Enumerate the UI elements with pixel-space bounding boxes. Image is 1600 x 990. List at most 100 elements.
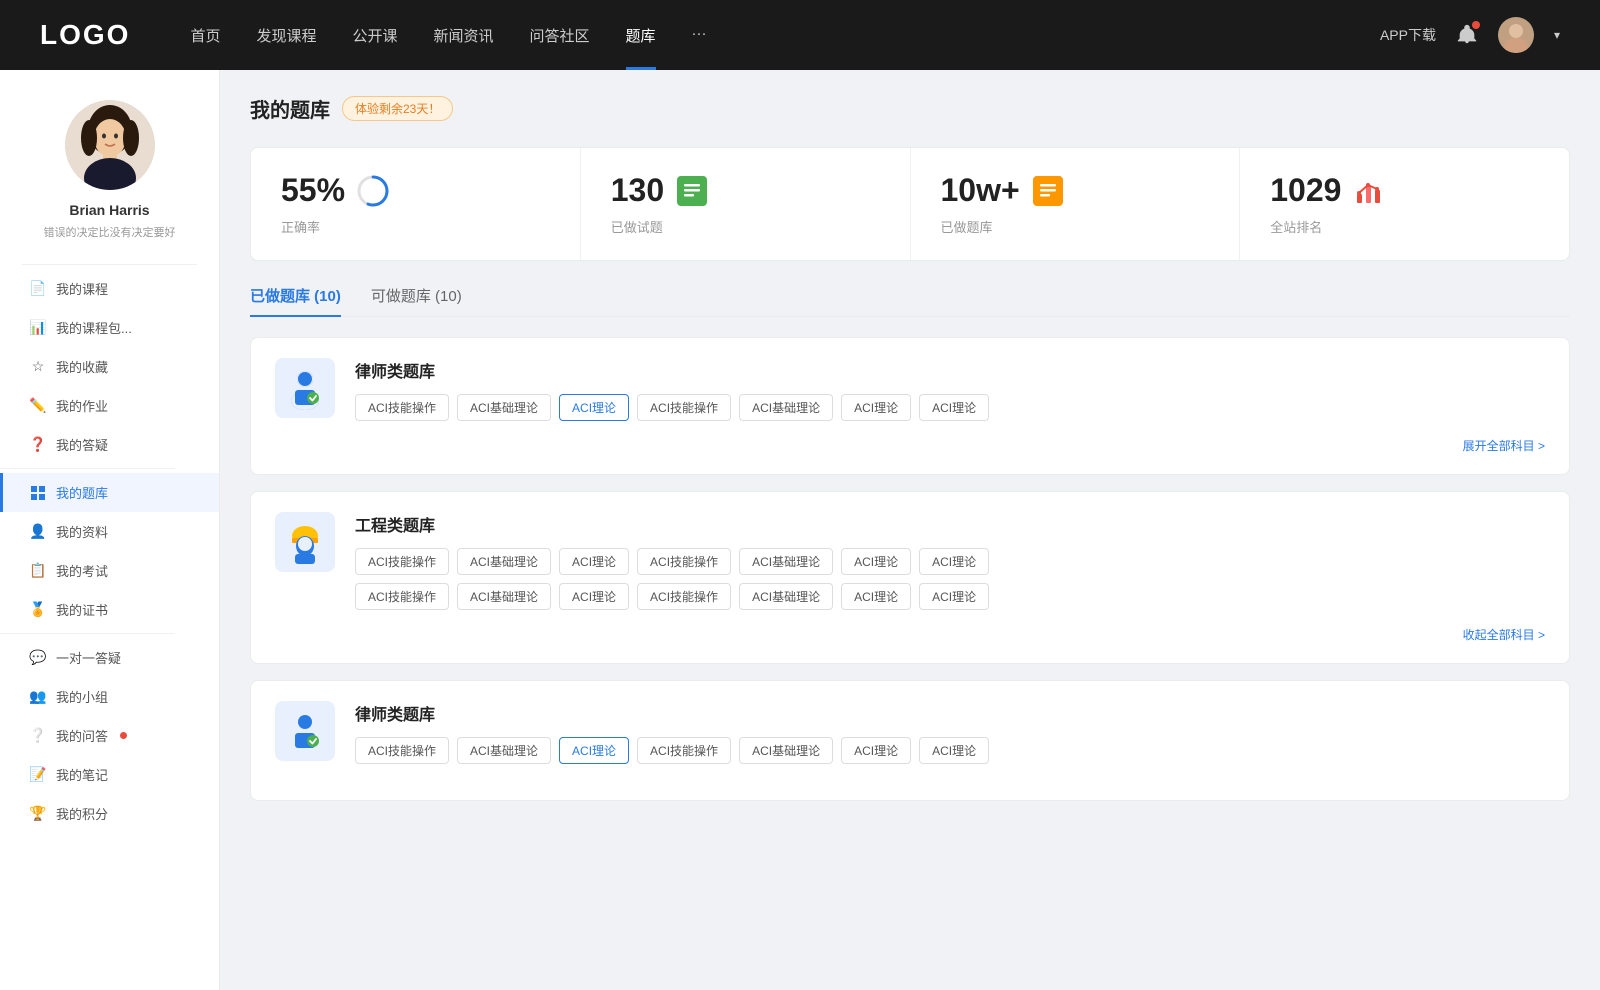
tag-2-r2-6[interactable]: ACI理论: [919, 583, 989, 610]
stat-value-qbank: 10w+: [941, 172, 1020, 209]
tag-2-r1-1[interactable]: ACI基础理论: [457, 548, 551, 575]
user-avatar-nav[interactable]: [1498, 17, 1534, 53]
tag-2-r2-1[interactable]: ACI基础理论: [457, 583, 551, 610]
tag-1-1[interactable]: ACI基础理论: [457, 394, 551, 421]
pie-chart-icon: [357, 175, 389, 207]
main-content: 我的题库 体验剩余23天！ 55% 正确率: [220, 70, 1600, 990]
tag-3-3[interactable]: ACI技能操作: [637, 737, 731, 764]
stat-top-accuracy: 55%: [281, 172, 550, 209]
tag-1-0[interactable]: ACI技能操作: [355, 394, 449, 421]
stat-top-qbank: 10w+: [941, 172, 1210, 209]
nav-discover[interactable]: 发现课程: [256, 25, 316, 46]
tag-3-5[interactable]: ACI理论: [841, 737, 911, 764]
stat-done-questions: 130 已做试题: [581, 148, 911, 260]
tag-2-r2-3[interactable]: ACI技能操作: [637, 583, 731, 610]
sidebar-item-favorites[interactable]: ☆ 我的收藏: [0, 347, 219, 386]
group-icon: 👥: [30, 689, 46, 705]
tag-1-5[interactable]: ACI理论: [841, 394, 911, 421]
sidebar-item-my-qa[interactable]: ❔ 我的问答: [0, 716, 219, 755]
sidebar-item-label: 我的考试: [56, 561, 108, 580]
sidebar-item-course-package[interactable]: 📊 我的课程包...: [0, 308, 219, 347]
qbank-tags-row2: ACI技能操作 ACI基础理论 ACI理论 ACI技能操作 ACI基础理论 AC…: [355, 583, 1545, 610]
sidebar-item-1on1[interactable]: 💬 一对一答疑: [0, 638, 219, 677]
stat-accuracy: 55% 正确率: [251, 148, 581, 260]
tag-2-r1-2[interactable]: ACI理论: [559, 548, 629, 575]
app-download-btn[interactable]: APP下载: [1380, 25, 1436, 45]
tag-1-2[interactable]: ACI理论: [559, 394, 629, 421]
tag-3-6[interactable]: ACI理论: [919, 737, 989, 764]
tag-3-1[interactable]: ACI基础理论: [457, 737, 551, 764]
tag-2-r2-2[interactable]: ACI理论: [559, 583, 629, 610]
stat-rank: 1029 全站排名: [1240, 148, 1569, 260]
nav-more[interactable]: ···: [692, 25, 707, 46]
sidebar-item-label: 我的证书: [56, 600, 108, 619]
avatar: [65, 100, 155, 190]
tag-2-r1-6[interactable]: ACI理论: [919, 548, 989, 575]
sidebar-item-profile[interactable]: 👤 我的资料: [0, 512, 219, 551]
nav-qbank[interactable]: 题库: [626, 25, 656, 46]
qbank-icon-engineer: [275, 512, 335, 572]
nav-home[interactable]: 首页: [190, 25, 220, 46]
qbank-collapse-2[interactable]: 收起全部科目 >: [275, 626, 1545, 643]
sidebar-item-my-course[interactable]: 📄 我的课程: [0, 269, 219, 308]
qbank-expand-1[interactable]: 展开全部科目 >: [275, 437, 1545, 454]
stats-row: 55% 正确率 130: [250, 147, 1570, 261]
question2-icon: ❔: [30, 728, 46, 744]
tag-2-r2-0[interactable]: ACI技能操作: [355, 583, 449, 610]
sidebar-divider-3: [0, 633, 175, 634]
qbank-info-2: 工程类题库 ACI技能操作 ACI基础理论 ACI理论 ACI技能操作 ACI基…: [355, 512, 1545, 610]
stat-top-done: 130: [611, 172, 880, 209]
tag-2-r1-4[interactable]: ACI基础理论: [739, 548, 833, 575]
tag-1-3[interactable]: ACI技能操作: [637, 394, 731, 421]
sidebar-item-label: 一对一答疑: [56, 648, 121, 667]
stat-value-rank: 1029: [1270, 172, 1341, 209]
sidebar-item-exam[interactable]: 📋 我的考试: [0, 551, 219, 590]
sidebar-item-notes[interactable]: 📝 我的笔记: [0, 755, 219, 794]
sidebar-item-label: 我的答疑: [56, 435, 108, 454]
nav-qa[interactable]: 问答社区: [530, 25, 590, 46]
sidebar-item-qbank[interactable]: 我的题库: [0, 473, 219, 512]
stat-label-done: 已做试题: [611, 217, 880, 236]
tag-2-r1-3[interactable]: ACI技能操作: [637, 548, 731, 575]
tag-3-0[interactable]: ACI技能操作: [355, 737, 449, 764]
tag-2-r1-0[interactable]: ACI技能操作: [355, 548, 449, 575]
sidebar-menu: 📄 我的课程 📊 我的课程包... ☆ 我的收藏 ✏️ 我的作业 ❓ 我的答疑: [0, 269, 219, 833]
sidebar-item-qa[interactable]: ❓ 我的答疑: [0, 425, 219, 464]
tag-2-r1-5[interactable]: ACI理论: [841, 548, 911, 575]
sidebar-item-certificate[interactable]: 🏅 我的证书: [0, 590, 219, 629]
tag-3-2[interactable]: ACI理论: [559, 737, 629, 764]
page-title: 我的题库: [250, 94, 330, 123]
navbar: LOGO 首页 发现课程 公开课 新闻资讯 问答社区 题库 ··· APP下载 …: [0, 0, 1600, 70]
qbank-icon-lawyer-1: [275, 358, 335, 418]
orange-list-icon: [1032, 175, 1064, 207]
tag-1-6[interactable]: ACI理论: [919, 394, 989, 421]
tab-available-qbank[interactable]: 可做题库 (10): [371, 285, 462, 316]
qbank-name-3: 律师类题库: [355, 701, 1545, 725]
notification-bell[interactable]: [1456, 23, 1478, 48]
trial-badge: 体验剩余23天！: [342, 96, 453, 121]
sidebar-item-label: 我的笔记: [56, 765, 108, 784]
qbank-header-2: 工程类题库 ACI技能操作 ACI基础理论 ACI理论 ACI技能操作 ACI基…: [275, 512, 1545, 610]
note-icon: 📝: [30, 767, 46, 783]
nav-open-course[interactable]: 公开课: [352, 25, 397, 46]
logo[interactable]: LOGO: [40, 19, 130, 51]
tag-3-4[interactable]: ACI基础理论: [739, 737, 833, 764]
user-dropdown-arrow[interactable]: ▾: [1554, 28, 1560, 42]
qbank-info-3: 律师类题库 ACI技能操作 ACI基础理论 ACI理论 ACI技能操作 ACI基…: [355, 701, 1545, 764]
sidebar-item-group[interactable]: 👥 我的小组: [0, 677, 219, 716]
tag-1-4[interactable]: ACI基础理论: [739, 394, 833, 421]
sidebar-item-homework[interactable]: ✏️ 我的作业: [0, 386, 219, 425]
qbank-card-lawyer-1: 律师类题库 ACI技能操作 ACI基础理论 ACI理论 ACI技能操作 ACI基…: [250, 337, 1570, 475]
tag-2-r2-5[interactable]: ACI理论: [841, 583, 911, 610]
qbank-icon-lawyer-2: [275, 701, 335, 761]
sidebar-item-label: 我的收藏: [56, 357, 108, 376]
sidebar-item-label: 我的问答: [56, 726, 108, 745]
qbank-tags-row1: ACI技能操作 ACI基础理论 ACI理论 ACI技能操作 ACI基础理论 AC…: [355, 548, 1545, 575]
page-header: 我的题库 体验剩余23天！: [250, 94, 1570, 123]
certificate-icon: 🏅: [30, 602, 46, 618]
tag-2-r2-4[interactable]: ACI基础理论: [739, 583, 833, 610]
nav-news[interactable]: 新闻资讯: [434, 25, 494, 46]
list-green-icon: [676, 175, 708, 207]
tab-done-qbank[interactable]: 已做题库 (10): [250, 285, 341, 316]
sidebar-item-points[interactable]: 🏆 我的积分: [0, 794, 219, 833]
